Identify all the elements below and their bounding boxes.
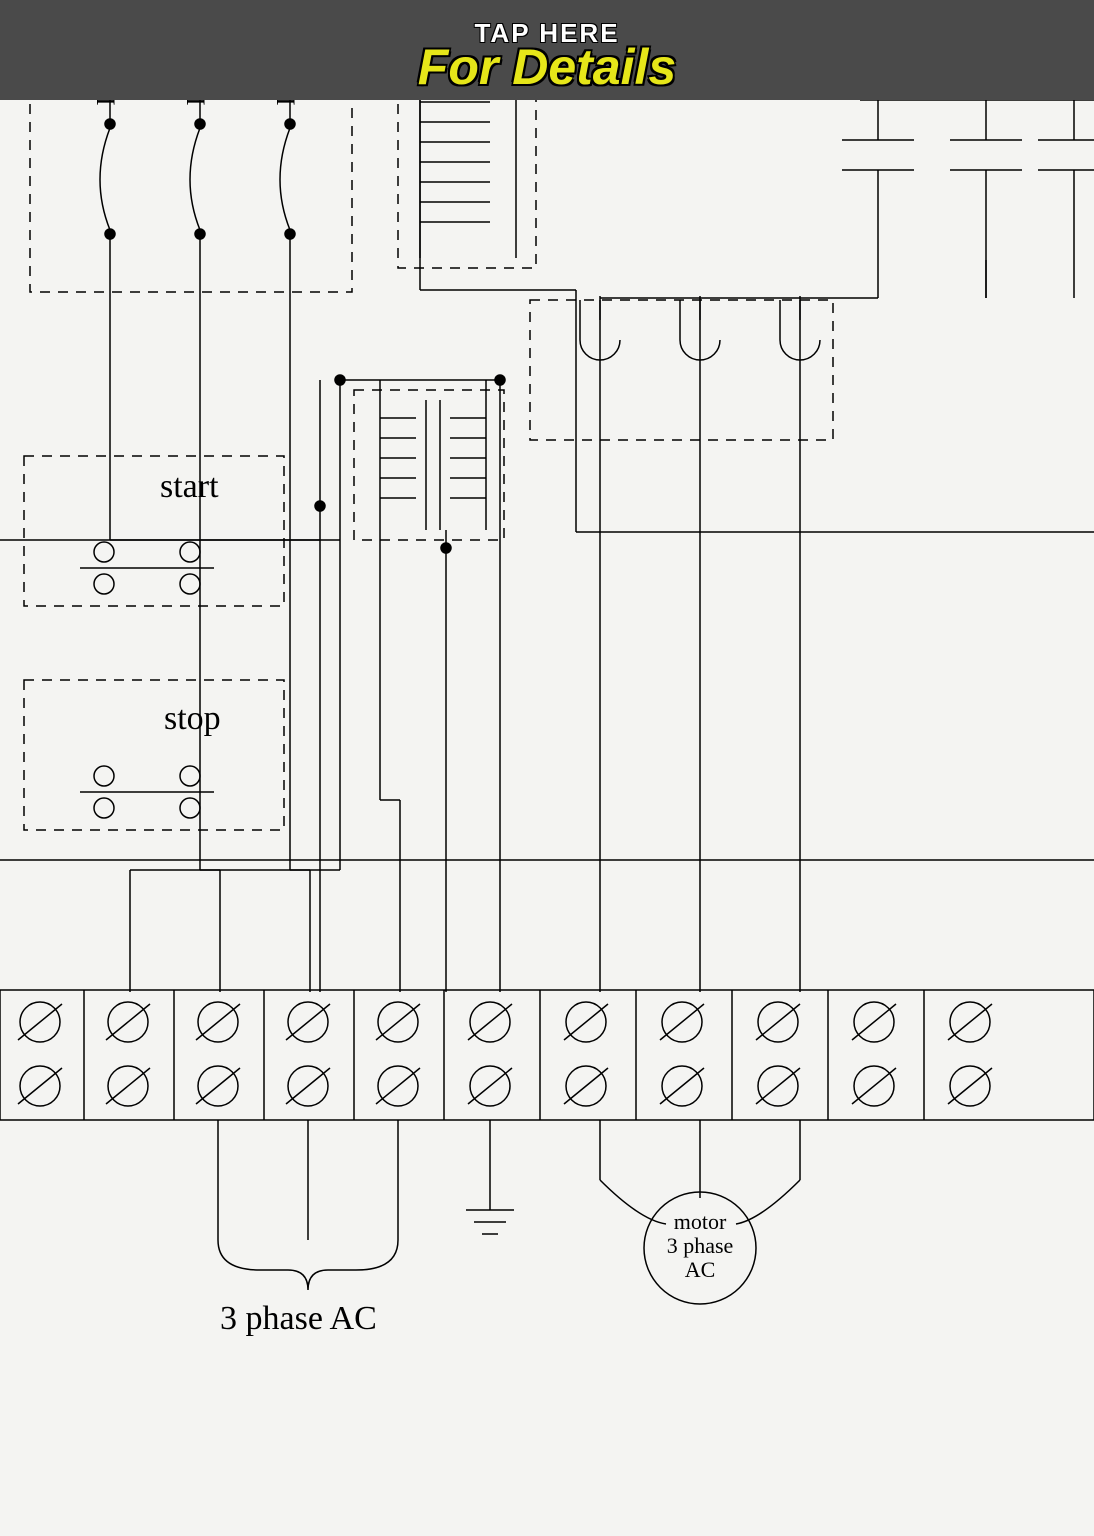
stop-label: stop (164, 700, 221, 738)
stop-button-enclosure (24, 680, 284, 830)
source-label: 3 phase AC (220, 1300, 377, 1338)
banner-line2: For Details (0, 42, 1094, 92)
stop-button-icon (80, 766, 214, 818)
contactor-contacts (842, 100, 1094, 298)
coil-pair (380, 400, 486, 530)
start-label: start (160, 468, 219, 506)
ad-banner[interactable]: TAP HERE For Details (0, 0, 1094, 100)
start-button-enclosure (24, 456, 284, 606)
terminal-strip (0, 990, 1094, 1120)
overload-symbols (580, 296, 820, 440)
schematic-diagram (0, 0, 1094, 1536)
start-button-icon (80, 542, 214, 594)
motor-label: motor 3 phase AC (660, 1210, 740, 1283)
